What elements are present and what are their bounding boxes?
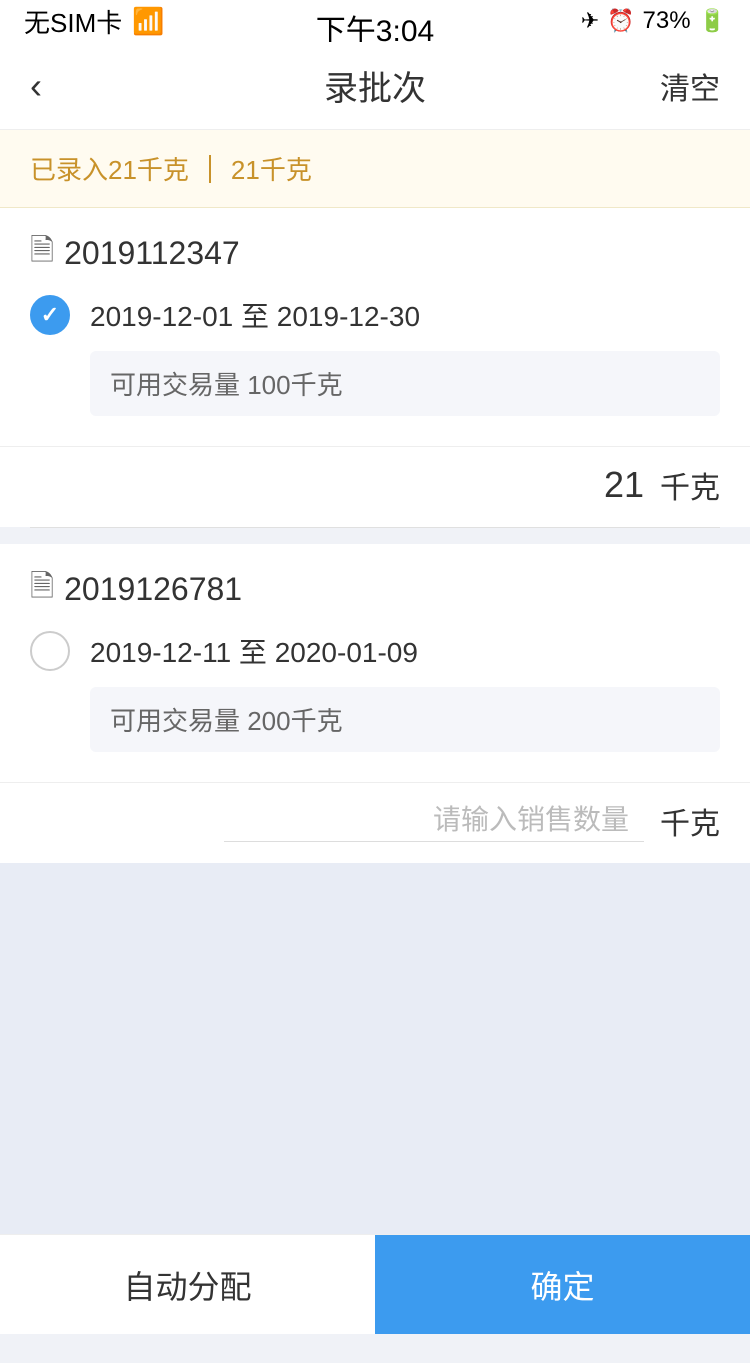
input-row-2[interactable]: 千克 [0,782,750,863]
batch-doc-icon-1: 🗎 [30,228,54,279]
batch-header-2: 🗎 2019126781 [30,564,720,615]
input-value-1: 21 [604,464,644,506]
batch-item-1: 🗎 2019112347 2019-12-01 至 2019-12-30 可用交… [0,208,750,446]
status-indicators: ✈ ⏰ 73% 🔋 [581,7,726,35]
batch-id-2: 2019126781 [64,571,242,608]
location-icon: ✈ [581,8,599,34]
confirm-button[interactable]: 确定 [375,1235,750,1334]
batch-date-2: 2019-12-11 至 2020-01-09 [90,631,418,671]
batch-doc-icon-2: 🗎 [30,564,54,615]
input-unit-2: 千克 [660,799,720,843]
auto-distribute-button[interactable]: 自动分配 [0,1235,375,1334]
battery-icon: 🔋 [699,8,726,34]
batch-avail-text-2: 可用交易量 200千克 [110,706,343,736]
batch-radio-2[interactable] [30,631,70,671]
batch-select-row-2[interactable]: 2019-12-11 至 2020-01-09 [30,631,720,671]
batch-avail-1: 可用交易量 100千克 [90,351,720,416]
batch-date-1: 2019-12-01 至 2019-12-30 [90,295,420,335]
recorded-value: 21千克 [231,150,312,187]
input-unit-1: 千克 [660,463,720,507]
nav-bar: ‹ 录批次 清空 [0,42,750,130]
info-banner: 已录入21千克 21千克 [0,130,750,208]
batch-id-1: 2019112347 [64,235,240,272]
status-carrier: 无SIM卡 📶 [24,3,165,40]
back-button[interactable]: ‹ [30,65,42,107]
batch-select-row-1[interactable]: 2019-12-01 至 2019-12-30 [30,295,720,335]
battery-text: 73% [643,7,691,35]
carrier-text: 无SIM卡 [24,3,122,40]
bottom-bar: 自动分配 确定 [0,1234,750,1334]
batch-avail-text-1: 可用交易量 100千克 [110,370,343,400]
section-divider [0,528,750,544]
status-bar: 无SIM卡 📶 下午3:04 ✈ ⏰ 73% 🔋 [0,0,750,42]
wifi-icon: 📶 [132,6,164,37]
empty-area [0,863,750,1263]
clear-button[interactable]: 清空 [660,64,720,108]
batch-item-2: 🗎 2019126781 2019-12-11 至 2020-01-09 可用交… [0,544,750,782]
input-row-1: 21 千克 [0,446,750,527]
page-title: 录批次 [324,61,426,110]
banner-divider [209,155,211,183]
batch-header-1: 🗎 2019112347 [30,228,720,279]
main-content: 🗎 2019112347 2019-12-01 至 2019-12-30 可用交… [0,208,750,1363]
recorded-label: 已录入21千克 [30,150,189,187]
quantity-input-2[interactable] [224,800,644,842]
batch-avail-2: 可用交易量 200千克 [90,687,720,752]
batch-radio-1[interactable] [30,295,70,335]
alarm-icon: ⏰ [607,8,634,34]
